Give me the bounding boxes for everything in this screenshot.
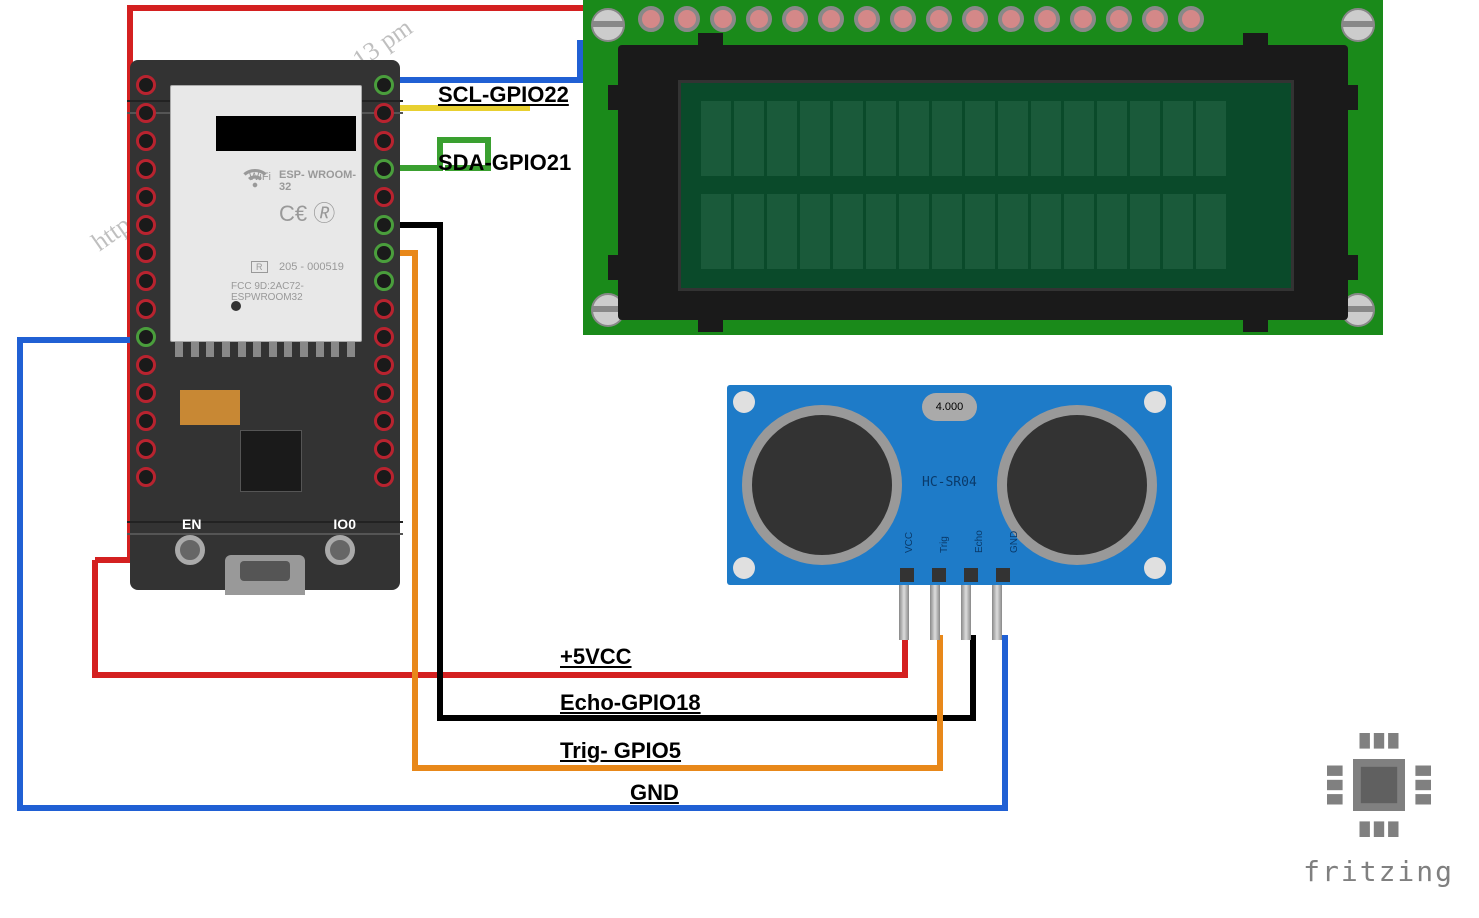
sr04-crystal: 4.000 — [922, 393, 977, 421]
esp32-pin — [374, 75, 394, 95]
esp32-pin — [374, 103, 394, 123]
ce-mark: C€ 🄬 — [279, 196, 335, 228]
wifi-icon — [241, 164, 269, 192]
esp32-shield: WiFi ESP- WROOM-32 C€ 🄬 R 205 - 000519 F… — [170, 85, 362, 342]
chip-icon — [1309, 720, 1449, 850]
esp32-pin — [374, 411, 394, 431]
sr04-hole — [1144, 391, 1166, 413]
r-mark: R — [251, 261, 268, 273]
label-gnd: GND — [630, 780, 679, 806]
esp32-pin — [374, 467, 394, 487]
label-echo: Echo-GPIO18 — [560, 690, 701, 716]
lcd-bezel — [618, 45, 1348, 320]
esp32-pin — [136, 439, 156, 459]
shield-cert: 205 - 000519 — [279, 261, 344, 273]
esp32-pin — [136, 411, 156, 431]
esp32-pin — [136, 383, 156, 403]
shield-fcc: FCC 9D:2AC72-ESPWROOM32 — [231, 281, 361, 303]
esp32-pin — [374, 243, 394, 263]
esp32-pin — [136, 467, 156, 487]
io0-button[interactable] — [325, 535, 355, 565]
esp32-pin — [136, 355, 156, 375]
esp32-pin — [374, 271, 394, 291]
esp32-pin — [136, 215, 156, 235]
label-vcc: +5VCC — [560, 644, 632, 670]
sr04-transmitter — [742, 405, 902, 565]
esp32-pin — [374, 187, 394, 207]
esp32-pin — [374, 215, 394, 235]
label-scl: SCL-GPIO22 — [438, 82, 569, 108]
wire-gnd-lcd — [392, 40, 580, 80]
io0-label: IO0 — [333, 516, 356, 532]
sr04-pin-labels: VCC Trig Echo GND — [902, 540, 1022, 551]
lcd-screen — [678, 80, 1294, 291]
en-button[interactable] — [175, 535, 205, 565]
diagram-canvas: https://microdigisoft.com - 12:13 pm WiF… — [0, 0, 1479, 918]
esp32-pin — [374, 159, 394, 179]
esp32-pin — [374, 355, 394, 375]
esp32-pin — [136, 131, 156, 151]
esp32-pin — [374, 383, 394, 403]
esp32-pin — [136, 159, 156, 179]
esp32-board: WiFi ESP- WROOM-32 C€ 🄬 R 205 - 000519 F… — [130, 60, 400, 590]
sr04-hole — [733, 557, 755, 579]
sr04-hole — [1144, 557, 1166, 579]
esp32-pin — [136, 103, 156, 123]
esp32-pin — [136, 75, 156, 95]
lcd-screw — [591, 8, 625, 42]
sr04-name: HC-SR04 — [922, 475, 977, 490]
voltage-regulator — [180, 390, 240, 425]
fritzing-text: fritzing — [1303, 855, 1454, 888]
esp32-pin — [136, 187, 156, 207]
lcd-pins — [638, 6, 1204, 32]
sr04-header — [900, 568, 1010, 582]
esp32-pin — [136, 327, 156, 347]
lcd-screw — [1341, 8, 1375, 42]
hc-sr04-sensor: 4.000 HC-SR04 VCC Trig Echo GND — [727, 385, 1172, 585]
sr04-pins-down — [899, 585, 1002, 640]
en-label: EN — [182, 516, 201, 532]
esp32-pin — [374, 131, 394, 151]
esp32-pin — [374, 299, 394, 319]
shield-bottom-pins — [175, 342, 355, 360]
lcd-display — [583, 0, 1383, 335]
label-trig: Trig- GPIO5 — [560, 738, 681, 764]
esp32-pin — [136, 299, 156, 319]
label-sda: SDA-GPIO21 — [438, 150, 571, 176]
esp32-pin — [136, 271, 156, 291]
esp32-pin — [136, 243, 156, 263]
usb-serial-chip — [240, 430, 302, 492]
shield-name: ESP- WROOM-32 — [279, 169, 361, 193]
sr04-hole — [733, 391, 755, 413]
fritzing-logo: fritzing — [1303, 720, 1454, 888]
esp32-pin — [374, 327, 394, 347]
esp32-pin — [374, 439, 394, 459]
micro-usb-port — [225, 555, 305, 595]
